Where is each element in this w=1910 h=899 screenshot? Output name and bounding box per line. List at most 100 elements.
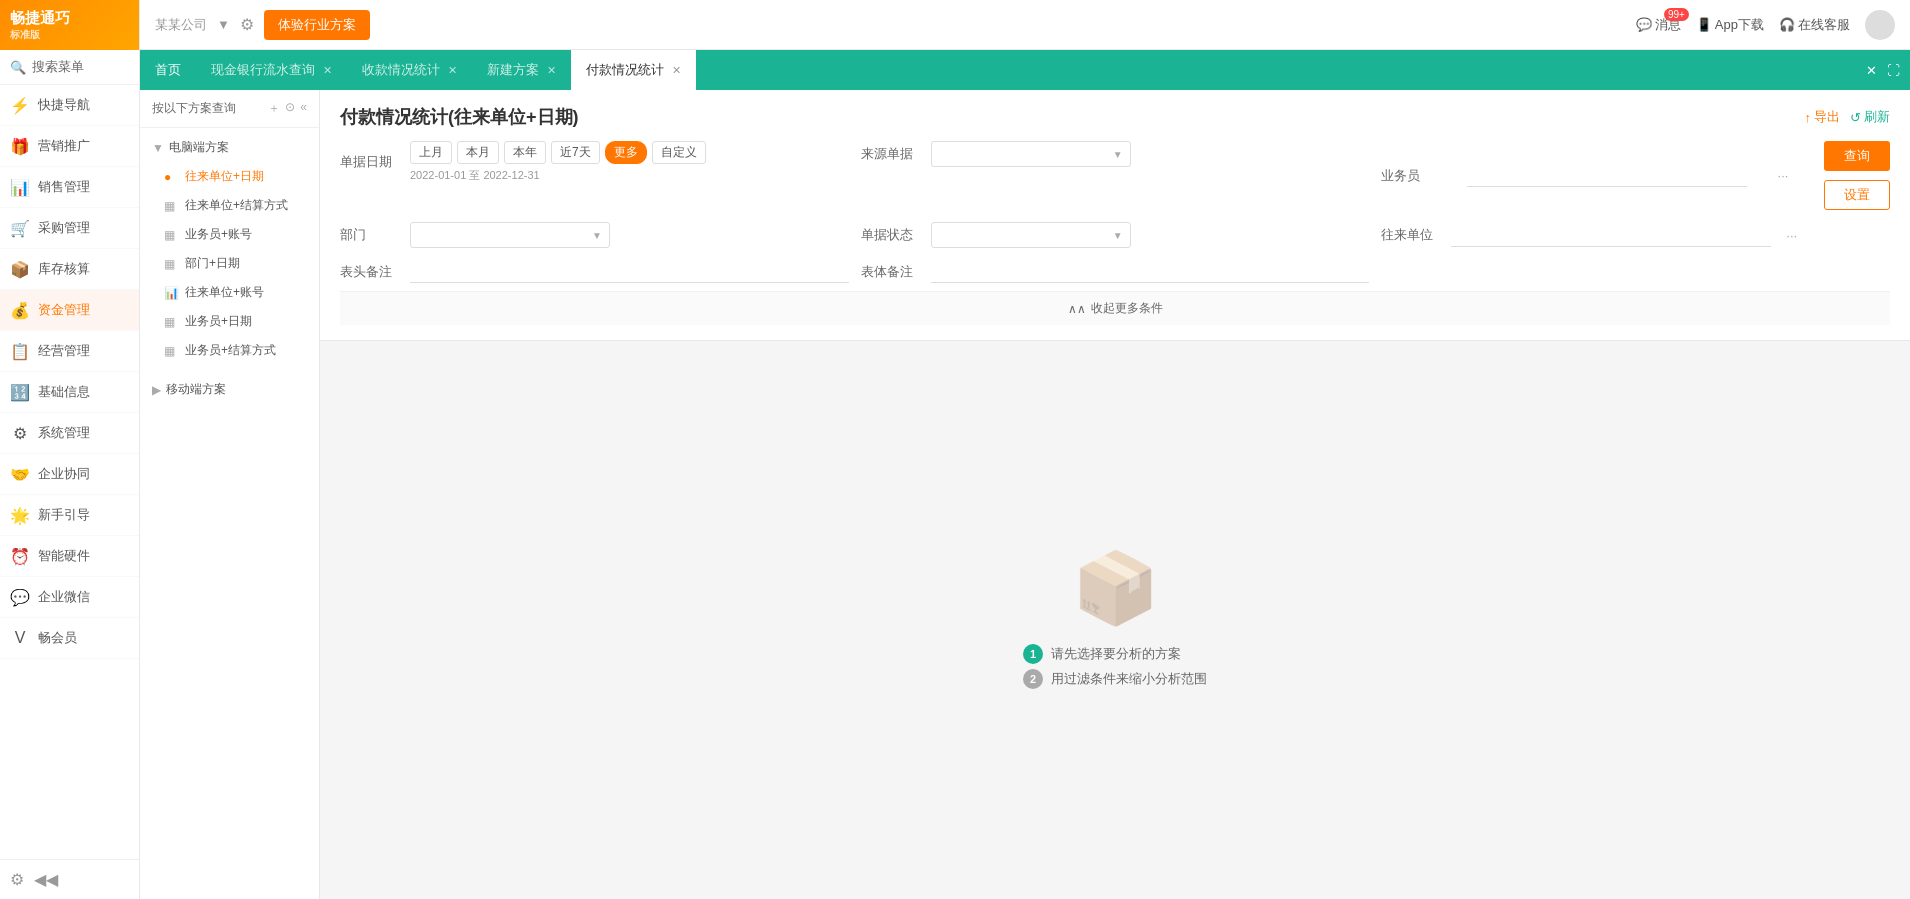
sidebar-item-enterprise[interactable]: 🤝 企业协同 bbox=[0, 454, 139, 495]
sidebar-icon-weixin: 💬 bbox=[10, 587, 30, 607]
settings-icon[interactable]: ⚙ bbox=[10, 870, 24, 889]
scheme-settings-icon[interactable]: ⊙ bbox=[285, 100, 295, 117]
topbar-service[interactable]: 🎧 在线客服 bbox=[1779, 16, 1850, 34]
sidebar-item-basic[interactable]: 🔢 基础信息 bbox=[0, 372, 139, 413]
setting-button[interactable]: 设置 bbox=[1824, 180, 1890, 210]
sidebar-icon-management: 📋 bbox=[10, 341, 30, 361]
sidebar-item-system[interactable]: ⚙ 系统管理 bbox=[0, 413, 139, 454]
scheme-group-title-mobile[interactable]: ▶移动端方案 bbox=[140, 375, 319, 404]
topbar-gear-icon[interactable]: ⚙ bbox=[240, 15, 254, 34]
scheme-item-unit-account[interactable]: 📊往来单位+账号 bbox=[140, 278, 319, 307]
sidebar-item-inventory[interactable]: 📦 库存核算 bbox=[0, 249, 139, 290]
collapse-more-button[interactable]: ∧∧ 收起更多条件 bbox=[340, 291, 1890, 325]
tab-close-receive[interactable]: ✕ bbox=[448, 64, 457, 77]
group-arrow-pc: ▼ bbox=[152, 141, 164, 155]
staff-more-icon[interactable]: ··· bbox=[1778, 168, 1789, 183]
hint-text-1: 请先选择要分析的方案 bbox=[1051, 645, 1181, 663]
header-note-input[interactable] bbox=[410, 260, 849, 283]
close-all-icon[interactable]: ✕ bbox=[1866, 63, 1877, 78]
tab-close-pay-stat[interactable]: ✕ bbox=[672, 64, 681, 77]
scheme-item-staff-date[interactable]: ▦业务员+日期 bbox=[140, 307, 319, 336]
sidebar-item-quick-nav[interactable]: ⚡ 快捷导航 bbox=[0, 85, 139, 126]
staff-input[interactable] bbox=[1467, 164, 1747, 187]
tab-pay-stat[interactable]: 付款情况统计✕ bbox=[571, 50, 696, 90]
add-scheme-icon[interactable]: ＋ bbox=[268, 100, 280, 117]
scheme-item-unit-date[interactable]: ●往来单位+日期 bbox=[140, 162, 319, 191]
sidebar-item-sales[interactable]: 📊 销售管理 bbox=[0, 167, 139, 208]
sidebar-label-system: 系统管理 bbox=[38, 424, 90, 442]
scheme-item-icon-unit-account: 📊 bbox=[164, 286, 180, 300]
staff-label: 业务员 bbox=[1381, 167, 1441, 185]
sidebar-icon-purchase: 🛒 bbox=[10, 218, 30, 238]
sidebar-label-marketing: 营销推广 bbox=[38, 137, 90, 155]
scheme-item-staff-account[interactable]: ▦业务员+账号 bbox=[140, 220, 319, 249]
sidebar-item-vip[interactable]: V 畅会员 bbox=[0, 618, 139, 659]
sidebar-label-hardware: 智能硬件 bbox=[38, 547, 90, 565]
topbar-dropdown-arrow[interactable]: ▼ bbox=[217, 17, 230, 32]
query-button[interactable]: 查询 bbox=[1824, 141, 1890, 171]
date-btn-this-month[interactable]: 本月 bbox=[457, 141, 499, 164]
sidebar-search[interactable]: 🔍 搜索菜单 bbox=[0, 50, 139, 85]
sidebar-label-purchase: 采购管理 bbox=[38, 219, 90, 237]
sidebar-logo: 畅捷通巧 标准版 bbox=[0, 0, 139, 50]
page-area: 按以下方案查询 ＋ ⊙ « ▼电脑端方案●往来单位+日期▦往来单位+结算方式▦业… bbox=[140, 90, 1910, 899]
data-area: 📦 1 请先选择要分析的方案 2 用过滤条件来缩小分析范围 bbox=[320, 341, 1910, 899]
tab-new-plan[interactable]: 新建方案✕ bbox=[472, 50, 571, 90]
filter-header: 付款情况统计(往来单位+日期) ↑ 导出 ↺ 刷新 bbox=[340, 105, 1890, 129]
tab-bank[interactable]: 现金银行流水查询 ✕ bbox=[196, 50, 347, 90]
tab-label-home: 首页 bbox=[155, 61, 181, 79]
date-btn-this-year[interactable]: 本年 bbox=[504, 141, 546, 164]
scheme-panel-header: 按以下方案查询 ＋ ⊙ « bbox=[140, 90, 319, 128]
body-note-input[interactable] bbox=[931, 260, 1370, 283]
collapse-panel-icon[interactable]: « bbox=[300, 100, 307, 117]
sidebar-item-marketing[interactable]: 🎁 营销推广 bbox=[0, 126, 139, 167]
source-label: 来源单据 bbox=[861, 145, 921, 163]
date-btn-7days[interactable]: 近7天 bbox=[551, 141, 600, 164]
filter-body-note-cell: 表体备注 bbox=[861, 260, 1370, 283]
sidebar-icon-system: ⚙ bbox=[10, 423, 30, 443]
collapse-sidebar-icon[interactable]: ◀◀ bbox=[34, 870, 58, 889]
date-btn-last-month[interactable]: 上月 bbox=[410, 141, 452, 164]
trial-button[interactable]: 体验行业方案 bbox=[264, 10, 370, 40]
service-label: 在线客服 bbox=[1798, 16, 1850, 34]
filter-status-cell: 单据状态 bbox=[861, 222, 1370, 248]
date-btn-more[interactable]: 更多 bbox=[605, 141, 647, 164]
refresh-button[interactable]: ↺ 刷新 bbox=[1850, 108, 1890, 126]
scheme-group-title-pc[interactable]: ▼电脑端方案 bbox=[140, 133, 319, 162]
tab-label-bank: 现金银行流水查询 bbox=[211, 61, 315, 79]
tab-home[interactable]: 首页 bbox=[140, 50, 196, 90]
export-button[interactable]: ↑ 导出 bbox=[1805, 108, 1841, 126]
topbar-app-download[interactable]: 📱 App下载 bbox=[1696, 16, 1764, 34]
source-select-wrap bbox=[931, 141, 1131, 167]
sidebar-label-basic: 基础信息 bbox=[38, 383, 90, 401]
topbar-messages[interactable]: 💬 消息 99+ bbox=[1636, 16, 1681, 34]
expand-icon[interactable]: ⛶ bbox=[1887, 63, 1900, 78]
sidebar-item-purchase[interactable]: 🛒 采购管理 bbox=[0, 208, 139, 249]
scheme-item-staff-settle[interactable]: ▦业务员+结算方式 bbox=[140, 336, 319, 365]
counterpart-more-icon[interactable]: ··· bbox=[1786, 228, 1797, 243]
page-title: 付款情况统计(往来单位+日期) bbox=[340, 105, 579, 129]
scheme-group-pc: ▼电脑端方案●往来单位+日期▦往来单位+结算方式▦业务员+账号▦部门+日期📊往来… bbox=[140, 128, 319, 370]
scheme-item-dept-date[interactable]: ▦部门+日期 bbox=[140, 249, 319, 278]
hint-num-1: 1 bbox=[1023, 644, 1043, 664]
tab-bar: 首页现金银行流水查询✕收款情况统计✕新建方案✕付款情况统计✕ ✕ ⛶ bbox=[140, 50, 1910, 90]
dept-select[interactable] bbox=[410, 222, 610, 248]
sidebar-icon-marketing: 🎁 bbox=[10, 136, 30, 156]
logo-name: 畅捷通巧 bbox=[10, 9, 70, 28]
sidebar-item-hardware[interactable]: ⏰ 智能硬件 bbox=[0, 536, 139, 577]
scheme-item-unit-settle[interactable]: ▦往来单位+结算方式 bbox=[140, 191, 319, 220]
sidebar-item-weixin[interactable]: 💬 企业微信 bbox=[0, 577, 139, 618]
tab-receive[interactable]: 收款情况统计✕ bbox=[347, 50, 472, 90]
sidebar-item-management[interactable]: 📋 经营管理 bbox=[0, 331, 139, 372]
sidebar-icon-hardware: ⏰ bbox=[10, 546, 30, 566]
counterpart-input[interactable] bbox=[1451, 224, 1771, 247]
user-avatar[interactable] bbox=[1865, 10, 1895, 40]
sidebar-icon-basic: 🔢 bbox=[10, 382, 30, 402]
date-btn-custom[interactable]: 自定义 bbox=[652, 141, 706, 164]
sidebar-item-finance[interactable]: 💰 资金管理 bbox=[0, 290, 139, 331]
source-select[interactable] bbox=[931, 141, 1131, 167]
tab-close-bank[interactable]: ✕ bbox=[323, 64, 332, 77]
sidebar-item-guide[interactable]: 🌟 新手引导 bbox=[0, 495, 139, 536]
status-select[interactable] bbox=[931, 222, 1131, 248]
tab-close-new-plan[interactable]: ✕ bbox=[547, 64, 556, 77]
